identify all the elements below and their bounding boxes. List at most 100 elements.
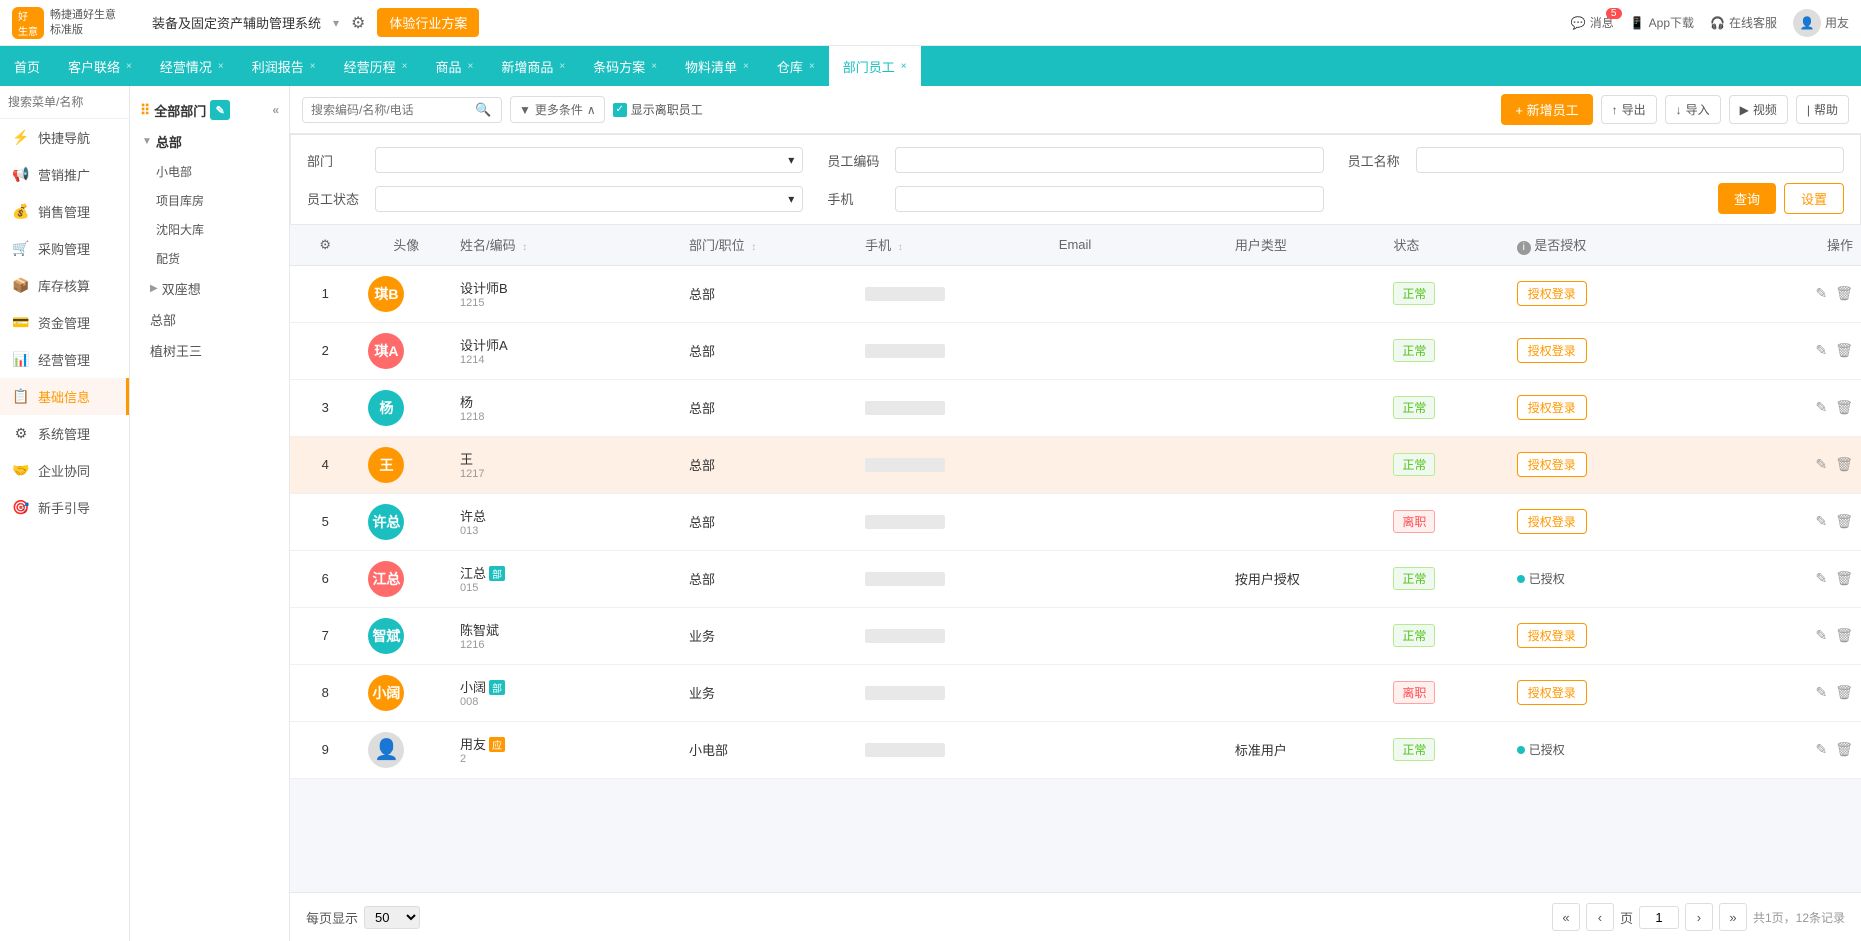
- edit-button[interactable]: ✎: [1815, 399, 1827, 416]
- import-button[interactable]: ↓ 导入: [1665, 95, 1721, 124]
- tab-warehouse[interactable]: 仓库×: [763, 46, 829, 86]
- edit-button[interactable]: ✎: [1815, 741, 1827, 758]
- sidebar-item-zijin[interactable]: 💳 资金管理: [0, 304, 129, 341]
- emp-code-input[interactable]: [895, 147, 1323, 173]
- dept-group-zongbu[interactable]: ▼ 总部: [130, 126, 289, 157]
- edit-button[interactable]: ✎: [1815, 627, 1827, 644]
- th-settings[interactable]: ⚙: [290, 225, 360, 265]
- sys-dropdown-arrow[interactable]: ▾: [333, 16, 339, 30]
- tab-close-barcode[interactable]: ×: [651, 61, 657, 72]
- phone-filter-input[interactable]: [895, 186, 1323, 212]
- delete-button[interactable]: 🗑: [1835, 285, 1853, 302]
- add-employee-button[interactable]: + 新增员工: [1501, 94, 1592, 125]
- tab-close-history[interactable]: ×: [402, 61, 408, 72]
- emp-status-select[interactable]: ▾: [375, 186, 803, 212]
- auth-login-button[interactable]: 授权登录: [1517, 509, 1587, 534]
- th-name[interactable]: 姓名/编码 ↕: [452, 225, 681, 265]
- dept-sub-peihuo[interactable]: 配货: [130, 244, 289, 273]
- sidebar-search-input[interactable]: [8, 95, 130, 109]
- tab-close-operation[interactable]: ×: [218, 61, 224, 72]
- last-page-button[interactable]: »: [1719, 903, 1747, 931]
- auth-login-button[interactable]: 授权登录: [1517, 680, 1587, 705]
- tab-goods[interactable]: 商品×: [421, 46, 487, 86]
- next-page-button[interactable]: ›: [1685, 903, 1713, 931]
- edit-button[interactable]: ✎: [1815, 342, 1827, 359]
- tab-bom[interactable]: 物料清单×: [671, 46, 763, 86]
- delete-button[interactable]: 🗑: [1835, 456, 1853, 473]
- tab-employees[interactable]: 部门员工×: [829, 46, 921, 86]
- dept-sub-shenyang[interactable]: 沈阳大库: [130, 215, 289, 244]
- dept-sub-xiaodianbù[interactable]: 小电部: [130, 157, 289, 186]
- sidebar-item-yingxiao[interactable]: 📢 营销推广: [0, 156, 129, 193]
- auth-login-button[interactable]: 授权登录: [1517, 452, 1587, 477]
- gear-button[interactable]: ⚙: [351, 13, 365, 33]
- tab-close-employees[interactable]: ×: [901, 61, 907, 72]
- sidebar-item-jingying[interactable]: 📊 经营管理: [0, 341, 129, 378]
- emp-name-input[interactable]: [1416, 147, 1844, 173]
- tab-close-profit[interactable]: ×: [310, 61, 316, 72]
- search-input[interactable]: [311, 103, 471, 117]
- prev-page-button[interactable]: ‹: [1586, 903, 1614, 931]
- sidebar-item-qiye[interactable]: 🤝 企业协同: [0, 452, 129, 489]
- filter-more-button[interactable]: ▼ 更多条件 ∧: [510, 96, 605, 123]
- delete-button[interactable]: 🗑: [1835, 570, 1853, 587]
- tab-profit[interactable]: 利润报告×: [238, 46, 330, 86]
- delete-button[interactable]: 🗑: [1835, 684, 1853, 701]
- tab-barcode[interactable]: 条码方案×: [579, 46, 671, 86]
- sidebar-item-kucun[interactable]: 📦 库存核算: [0, 267, 129, 304]
- sidebar-item-jichu[interactable]: 📋 基础信息: [0, 378, 129, 415]
- tab-close-bom[interactable]: ×: [743, 61, 749, 72]
- sidebar-item-caigou[interactable]: 🛒 采购管理: [0, 230, 129, 267]
- dept-item-zongbu2[interactable]: 总部: [130, 304, 289, 335]
- delete-button[interactable]: 🗑: [1835, 342, 1853, 359]
- tab-close-goods[interactable]: ×: [467, 61, 473, 72]
- tab-home[interactable]: 首页: [0, 46, 54, 86]
- experience-button[interactable]: 体验行业方案: [377, 8, 479, 37]
- export-button[interactable]: ↑ 导出: [1601, 95, 1657, 124]
- th-dept[interactable]: 部门/职位 ↕: [681, 225, 857, 265]
- dept-item-shuangzuo[interactable]: ▶ 双座想: [130, 273, 289, 304]
- auth-login-button[interactable]: 授权登录: [1517, 281, 1587, 306]
- tab-close-add-goods[interactable]: ×: [559, 61, 565, 72]
- th-phone[interactable]: 手机 ↕: [857, 225, 1051, 265]
- view-button[interactable]: ▶ 视频: [1729, 95, 1788, 124]
- delete-button[interactable]: 🗑: [1835, 513, 1853, 530]
- edit-button[interactable]: ✎: [1815, 285, 1827, 302]
- edit-button[interactable]: ✎: [1815, 513, 1827, 530]
- tab-customer[interactable]: 客户联络×: [54, 46, 146, 86]
- search-button[interactable]: 🔍: [475, 102, 491, 118]
- sidebar-item-xitong[interactable]: ⚙ 系统管理: [0, 415, 129, 452]
- tab-history[interactable]: 经营历程×: [330, 46, 422, 86]
- tab-add-goods[interactable]: 新增商品×: [487, 46, 579, 86]
- help-button[interactable]: | 帮助: [1796, 95, 1849, 124]
- page-size-select[interactable]: 50 100 200: [364, 906, 420, 929]
- dept-item-zhishu[interactable]: 植树王三: [130, 335, 289, 366]
- query-button[interactable]: 查询: [1718, 183, 1776, 214]
- dept-edit-button[interactable]: ✎: [210, 100, 230, 120]
- auth-login-button[interactable]: 授权登录: [1517, 623, 1587, 648]
- auth-login-button[interactable]: 授权登录: [1517, 338, 1587, 363]
- delete-button[interactable]: 🗑: [1835, 399, 1853, 416]
- delete-button[interactable]: 🗑: [1835, 627, 1853, 644]
- show-resigned-toggle[interactable]: ✓ 显示离职员工: [613, 101, 703, 118]
- sidebar-item-xinshou[interactable]: 🎯 新手引导: [0, 489, 129, 526]
- tab-close-warehouse[interactable]: ×: [809, 61, 815, 72]
- sidebar-item-kuaisu[interactable]: ⚡ 快捷导航: [0, 119, 129, 156]
- user-action[interactable]: 👤 用友: [1793, 9, 1849, 37]
- dept-sub-xiangmu[interactable]: 项目库房: [130, 186, 289, 215]
- set-button[interactable]: 设置: [1784, 183, 1844, 214]
- app-download-action[interactable]: 📱 App下载: [1630, 14, 1694, 31]
- sidebar-item-xiaoshou[interactable]: 💰 销售管理: [0, 193, 129, 230]
- first-page-button[interactable]: «: [1552, 903, 1580, 931]
- message-action[interactable]: 💬 消息 5: [1571, 14, 1614, 31]
- dept-collapse-button[interactable]: «: [272, 103, 279, 117]
- dept-filter-select[interactable]: ▾: [375, 147, 803, 173]
- edit-button[interactable]: ✎: [1815, 570, 1827, 587]
- edit-button[interactable]: ✎: [1815, 684, 1827, 701]
- edit-button[interactable]: ✎: [1815, 456, 1827, 473]
- tab-operation[interactable]: 经营情况×: [146, 46, 238, 86]
- tab-close-customer[interactable]: ×: [126, 61, 132, 72]
- online-service-action[interactable]: 🎧 在线客服: [1710, 14, 1777, 31]
- delete-button[interactable]: 🗑: [1835, 741, 1853, 758]
- page-number-input[interactable]: [1639, 906, 1679, 929]
